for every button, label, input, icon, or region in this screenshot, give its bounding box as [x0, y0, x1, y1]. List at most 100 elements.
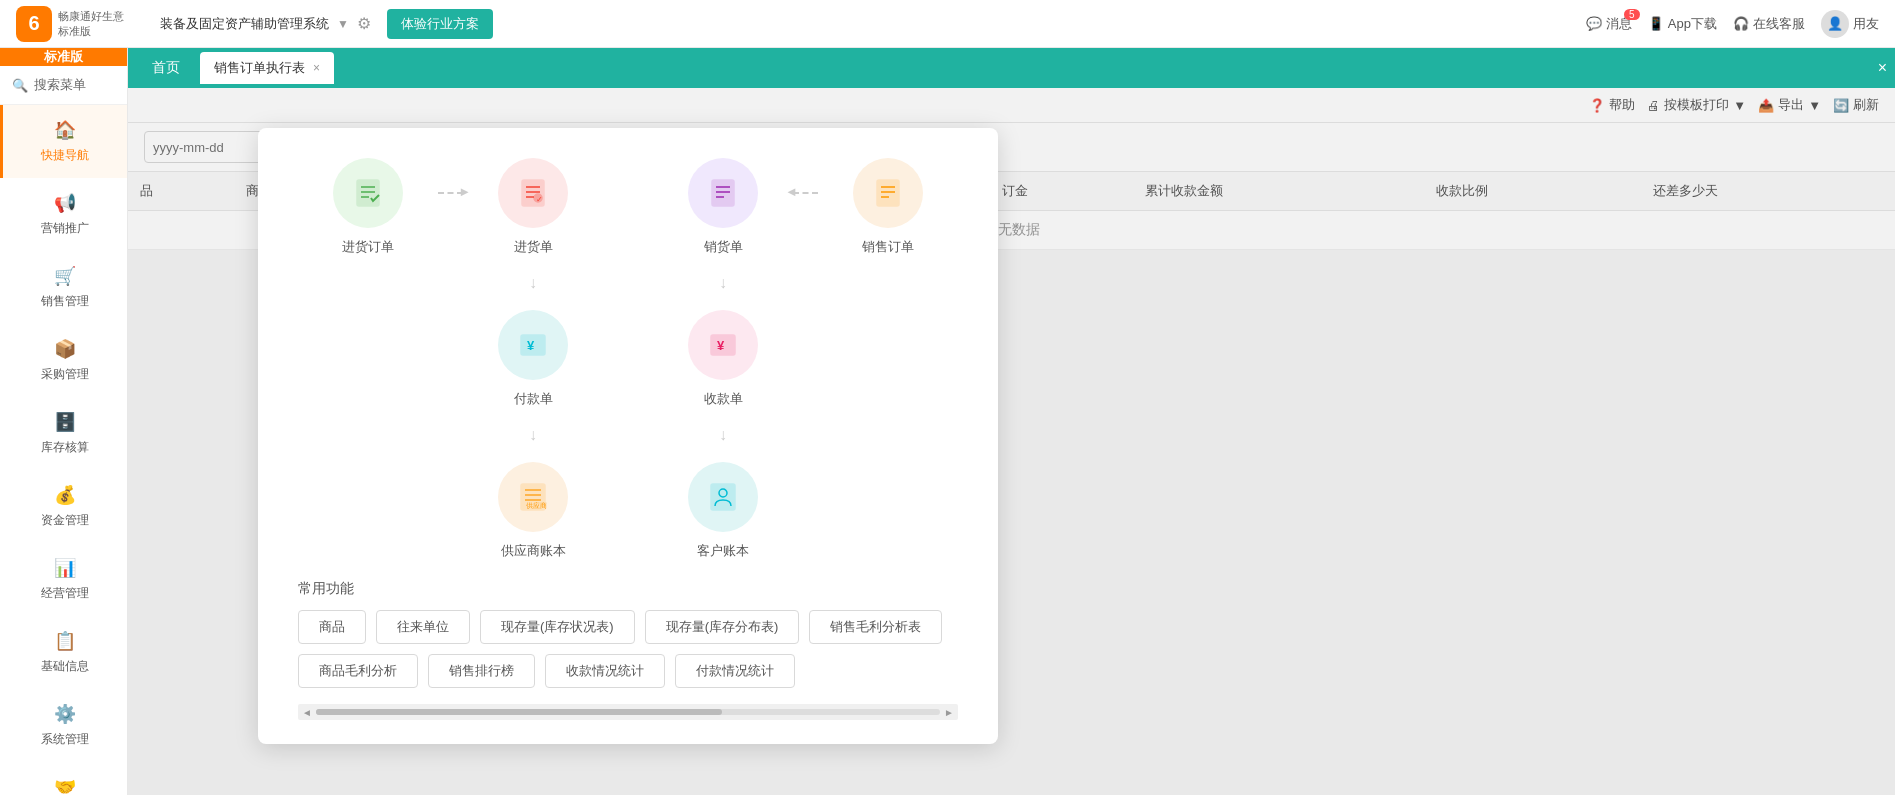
spacer-n [793, 424, 818, 446]
sidebar-item-purchase[interactable]: 📦 采购管理 [0, 324, 127, 397]
btn-counterpart[interactable]: 往来单位 [376, 610, 470, 644]
search-icon: 🔍 [12, 78, 28, 93]
spacer-m [603, 424, 653, 446]
app-download-icon: 📱 [1648, 16, 1664, 31]
trial-button[interactable]: 体验行业方案 [387, 9, 493, 39]
spacer-e [818, 272, 958, 294]
flow-node-supplier: 供应商 供应商账本 [463, 462, 603, 560]
online-service-label: 在线客服 [1753, 15, 1805, 33]
flow-row-1: 进货订单 ► [298, 158, 958, 256]
sidebar-item-label: 经营管理 [41, 585, 89, 602]
search-menu-label: 搜索菜单 [34, 76, 86, 94]
purchase-icon: 📦 [54, 338, 76, 360]
spacer-b [438, 272, 463, 294]
tab-sales-order[interactable]: 销售订单执行表 × [200, 52, 334, 84]
common-functions-section: 常用功能 商品 往来单位 现存量(库存状况表) 现存量(库存分布表) 销售毛利分… [298, 580, 958, 688]
sidebar-item-label: 库存核算 [41, 439, 89, 456]
spacer-d [793, 272, 818, 294]
flow-node-purchase-order: 进货订单 [298, 158, 438, 256]
tab-home[interactable]: 首页 [136, 48, 196, 88]
common-functions-title: 常用功能 [298, 580, 958, 598]
flow-row-2: ¥ 付款单 [298, 310, 958, 408]
sidebar-logo-text: 标准版 [44, 48, 83, 66]
message-item[interactable]: 💬 消息 5 [1586, 15, 1632, 33]
btn-sales-profit[interactable]: 销售毛利分析表 [809, 610, 942, 644]
scroll-right-arrow[interactable]: ► [944, 707, 954, 718]
flow-node-sales-order: 销售订单 [818, 158, 958, 256]
sidebar-item-inventory[interactable]: 🗄️ 库存核算 [0, 397, 127, 470]
sidebar-item-finance[interactable]: 💰 资金管理 [0, 470, 127, 543]
modal-overlay[interactable]: 进货订单 ► [128, 88, 1895, 795]
sidebar-item-quick-nav[interactable]: 🏠 快捷导航 [0, 105, 127, 178]
flow-node-customer: 客户账本 [653, 462, 793, 560]
top-bar: 6 畅康通好生意标准版 装备及固定资产辅助管理系统 ▼ ⚙ 体验行业方案 💬 消… [0, 0, 1895, 48]
sales-bill-icon [688, 158, 758, 228]
sidebar-item-label: 系统管理 [41, 731, 89, 748]
flow-node-payment: ¥ 付款单 [463, 310, 603, 408]
sidebar-item-enterprise[interactable]: 🤝 企业协同 [0, 762, 127, 795]
scroll-thumb [316, 709, 722, 715]
top-right: 💬 消息 5 📱 App下载 🎧 在线客服 👤 用友 [1586, 10, 1879, 38]
common-buttons: 商品 往来单位 现存量(库存状况表) 现存量(库存分布表) 销售毛利分析表 商品… [298, 610, 958, 688]
purchase-bill-label: 进货单 [514, 238, 553, 256]
flow-row-3: 供应商 供应商账本 [298, 462, 958, 560]
svg-rect-10 [712, 180, 734, 206]
sidebar-item-label: 快捷导航 [41, 147, 89, 164]
tab-bar: 首页 销售订单执行表 × × [128, 48, 1895, 88]
customer-account-label: 客户账本 [697, 542, 749, 560]
arrow-1: ► [438, 192, 463, 194]
user-name: 用友 [1853, 15, 1879, 33]
avatar: 👤 [1821, 10, 1849, 38]
supplier-account-label: 供应商账本 [501, 542, 566, 560]
scroll-left-arrow[interactable]: ◄ [302, 707, 312, 718]
sys-mgmt-icon: ⚙️ [54, 703, 76, 725]
system-title: 装备及固定资产辅助管理系统 ▼ ⚙ 体验行业方案 [160, 9, 1586, 39]
modal-scrollbar[interactable]: ◄ ► [298, 704, 958, 720]
user-item[interactable]: 👤 用友 [1821, 10, 1879, 38]
btn-stock-status[interactable]: 现存量(库存状况表) [480, 610, 635, 644]
btn-goods-profit[interactable]: 商品毛利分析 [298, 654, 418, 688]
sidebar-item-marketing[interactable]: 📢 营销推广 [0, 178, 127, 251]
settings-icon[interactable]: ⚙ [357, 14, 371, 33]
svg-rect-14 [877, 180, 899, 206]
arrow-down-sales: ↓ [653, 272, 793, 294]
tab-close-icon[interactable]: × [313, 61, 320, 75]
receipt-bill-icon: ¥ [688, 310, 758, 380]
modal: 进货订单 ► [258, 128, 998, 744]
search-menu[interactable]: 🔍 搜索菜单 [0, 66, 127, 105]
logo-area: 6 畅康通好生意标准版 [16, 6, 144, 42]
arrow-down-payment: ↓ [463, 424, 603, 446]
logo-icon: 6 [16, 6, 52, 42]
arrow-2: ◄ [793, 192, 818, 194]
spacer-l [438, 424, 463, 446]
btn-receipt-stats[interactable]: 收款情况统计 [545, 654, 665, 688]
app-download-item[interactable]: 📱 App下载 [1648, 15, 1717, 33]
tab-close-right-icon[interactable]: × [1878, 59, 1887, 77]
btn-stock-dist[interactable]: 现存量(库存分布表) [645, 610, 800, 644]
enterprise-icon: 🤝 [54, 776, 76, 795]
btn-sales-rank[interactable]: 销售排行榜 [428, 654, 535, 688]
btn-payment-stats[interactable]: 付款情况统计 [675, 654, 795, 688]
spacer-a [298, 272, 438, 294]
sales-icon: 🛒 [54, 265, 76, 287]
system-name: 装备及固定资产辅助管理系统 [160, 15, 329, 33]
tab-label: 销售订单执行表 [214, 59, 305, 77]
arrow-down-receipt: ↓ [653, 424, 793, 446]
online-service-item[interactable]: 🎧 在线客服 [1733, 15, 1805, 33]
marketing-icon: 📢 [54, 192, 76, 214]
spacer-o [818, 424, 958, 446]
payment-bill-label: 付款单 [514, 390, 553, 408]
sidebar-item-basic-info[interactable]: 📋 基础信息 [0, 616, 127, 689]
sidebar-item-sales[interactable]: 🛒 销售管理 [0, 251, 127, 324]
dropdown-icon[interactable]: ▼ [337, 17, 349, 31]
sidebar-item-sys-mgmt[interactable]: ⚙️ 系统管理 [0, 689, 127, 762]
flow-node-receipt: ¥ 收款单 [653, 310, 793, 408]
sidebar-item-operations[interactable]: 📊 经营管理 [0, 543, 127, 616]
home-icon: 🏠 [54, 119, 76, 141]
btn-goods[interactable]: 商品 [298, 610, 366, 644]
sidebar-item-label: 资金管理 [41, 512, 89, 529]
message-icon: 💬 [1586, 16, 1602, 31]
svg-text:✓: ✓ [536, 195, 543, 204]
inventory-icon: 🗄️ [54, 411, 76, 433]
arrow-row-1: ↓ ↓ [298, 272, 958, 294]
